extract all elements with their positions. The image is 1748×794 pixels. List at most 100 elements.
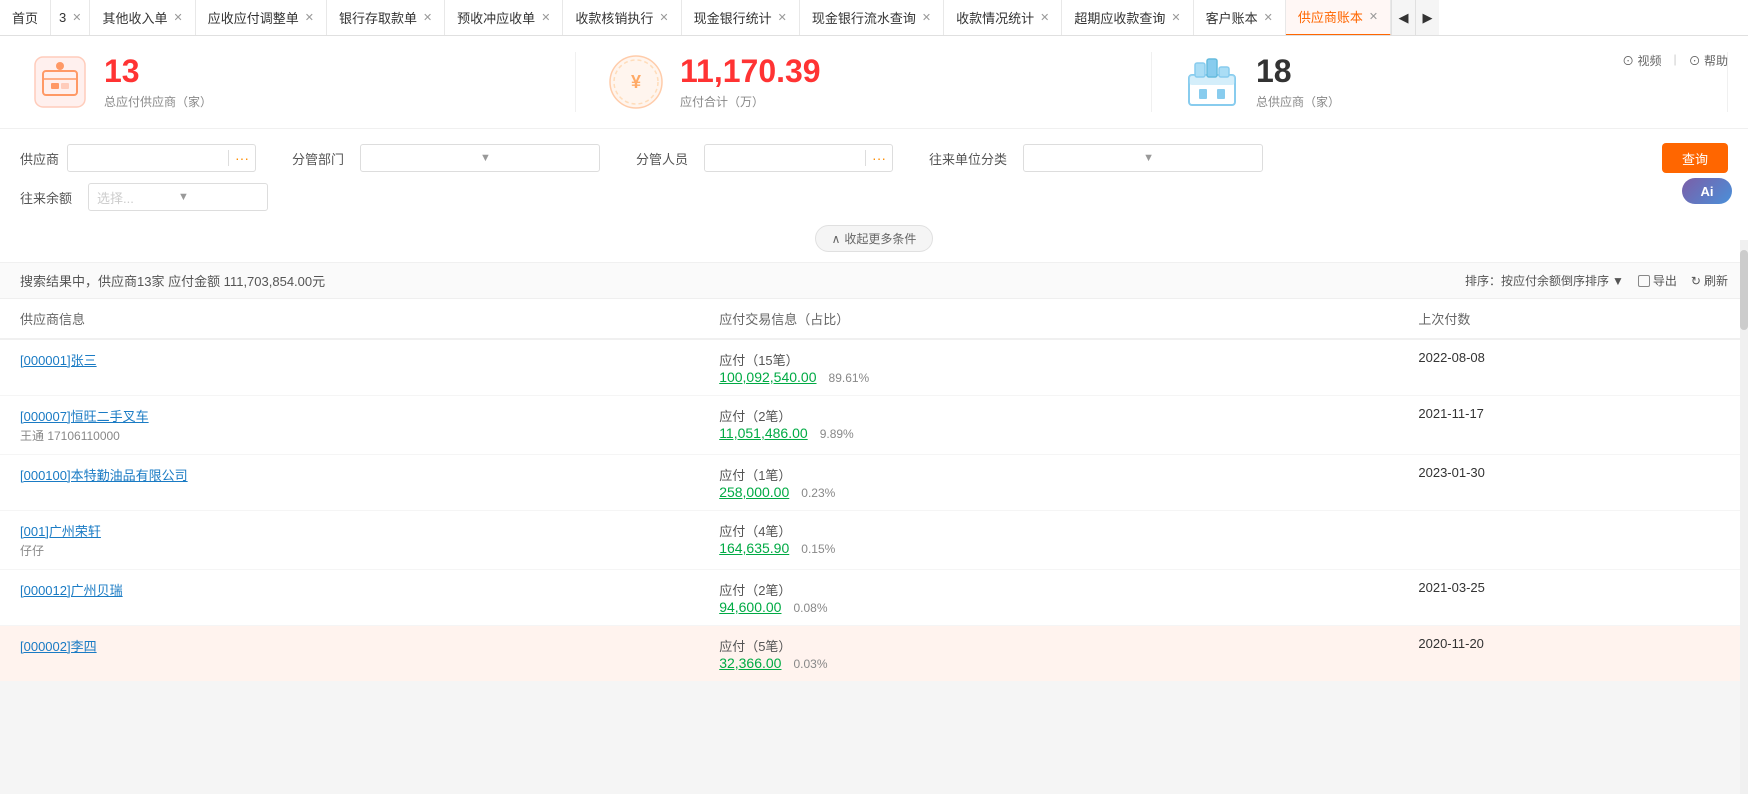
collapse-button[interactable]: ∧ 收起更多条件 [815, 225, 934, 252]
result-actions: 排序：按应付余额倒序排序 ▼ 导出 ↻ 刷新 [1465, 272, 1728, 289]
export-button[interactable]: 导出 [1638, 272, 1677, 289]
balance-field: 往来余额 选择... ▼ [20, 183, 268, 211]
ap-suppliers-number: 13 [104, 54, 212, 89]
table-row: [000012]广州贝瑞应付（2笔）94,600.000.08%2021-03-… [0, 570, 1748, 626]
close-pre-receive[interactable]: ✕ [541, 11, 550, 24]
close-ar-ap-adjust[interactable]: ✕ [305, 11, 314, 24]
person-dots-btn[interactable]: ··· [865, 150, 892, 166]
supplier-link[interactable]: [000007]恒旺二手叉车 [20, 409, 149, 424]
help-link[interactable]: ⊙ 帮助 [1689, 52, 1728, 69]
refresh-icon: ↻ [1691, 274, 1701, 288]
nav-tab-cash-bank-query[interactable]: 现金银行流水查询 ✕ [800, 0, 944, 36]
scrollbar-track[interactable] [1740, 240, 1748, 794]
supplier-link[interactable]: [000001]张三 [20, 353, 97, 368]
query-button[interactable]: 查询 [1662, 143, 1728, 173]
header-actions: ⊙ 视频 | ⊙ 帮助 [1622, 52, 1728, 69]
stat-info-ap-amount: 11,170.39 应付合计（万） [680, 54, 821, 110]
supplier-dots-btn[interactable]: ··· [228, 150, 255, 166]
nav-prev-arrow[interactable]: ◀ [1391, 0, 1415, 36]
person-input[interactable] [705, 147, 865, 170]
nav-tab-3[interactable]: 3 ✕ [51, 0, 90, 36]
close-bank-deposit[interactable]: ✕ [423, 11, 432, 24]
tx-amount[interactable]: 164,635.90 [719, 540, 789, 556]
close-other-income[interactable]: ✕ [173, 11, 182, 24]
person-label: 分管人员 [636, 149, 688, 168]
nav-tab-payment-verify-label: 收款核销执行 [575, 8, 653, 27]
tx-percent: 0.23% [801, 486, 835, 500]
scrollbar-thumb[interactable] [1740, 250, 1748, 330]
close-overdue-query[interactable]: ✕ [1171, 11, 1180, 24]
total-suppliers-icon [1182, 52, 1242, 112]
nav-tab-pre-receive-label: 预收冲应收单 [457, 8, 535, 27]
supplier-link[interactable]: [000012]广州贝瑞 [20, 583, 123, 598]
collapse-label: 收起更多条件 [844, 230, 916, 247]
sort-label[interactable]: 排序：按应付余额倒序排序 ▼ [1465, 272, 1624, 289]
ap-suppliers-icon [30, 52, 90, 112]
nav-tab-customer-ledger-label: 客户账本 [1206, 8, 1258, 27]
supplier-info-cell: [000007]恒旺二手叉车王通 17106110000 [0, 396, 699, 455]
nav-tab-collection-stat[interactable]: 收款情况统计 ✕ [944, 0, 1062, 36]
last-payment-cell: 2021-11-17 [1398, 396, 1748, 455]
ap-amount-icon: ¥ [606, 52, 666, 112]
nav-tab-collection-stat-label: 收款情况统计 [956, 8, 1034, 27]
close-supplier-ledger[interactable]: ✕ [1369, 10, 1378, 23]
stat-info-ap-suppliers: 13 总应付供应商（家） [104, 54, 212, 110]
supplier-input-wrapper: ··· [67, 144, 256, 172]
tx-amount[interactable]: 100,092,540.00 [719, 369, 816, 385]
tx-info-cell: 应付（2笔）94,600.000.08% [699, 570, 1398, 626]
supplier-link[interactable]: [000100]本特勤油品有限公司 [20, 468, 188, 483]
supplier-input[interactable] [68, 147, 228, 170]
tx-percent: 89.61% [829, 371, 870, 385]
supplier-link[interactable]: [001]广州荣轩 [20, 524, 101, 539]
nav-tab-cash-bank-stat[interactable]: 现金银行统计 ✕ [682, 0, 800, 36]
supplier-link[interactable]: [000002]李四 [20, 639, 97, 654]
sort-chevron-icon: ▼ [1612, 274, 1624, 288]
nav-tab-pre-receive[interactable]: 预收冲应收单 ✕ [445, 0, 563, 36]
supplier-sub-info: 王通 17106110000 [20, 427, 679, 444]
balance-select[interactable]: 选择... ▼ [88, 183, 268, 211]
tx-amount[interactable]: 32,366.00 [719, 655, 781, 671]
tx-info-cell: 应付（4笔）164,635.900.15% [699, 511, 1398, 570]
nav-tab-customer-ledger[interactable]: 客户账本 ✕ [1194, 0, 1286, 36]
stat-info-total-suppliers: 18 总供应商（家） [1256, 54, 1340, 110]
nav-next-arrow[interactable]: ▶ [1415, 0, 1439, 36]
tx-type-count: 应付（2笔） [719, 406, 1378, 425]
dept-select[interactable]: ▼ [360, 144, 600, 172]
tx-amount-line: 258,000.00 0.23% [719, 484, 1378, 500]
ai-label: Ai [1701, 184, 1714, 199]
top-navigation: 首页 3 ✕ 其他收入单 ✕ 应收应付调整单 ✕ 银行存取款单 ✕ 预收冲应收单… [0, 0, 1748, 36]
tx-amount[interactable]: 258,000.00 [719, 484, 789, 500]
nav-tab-overdue-query[interactable]: 超期应收款查询 ✕ [1062, 0, 1193, 36]
close-payment-verify[interactable]: ✕ [659, 11, 668, 24]
nav-tab-home[interactable]: 首页 [0, 0, 51, 36]
balance-select-value: 选择... [97, 188, 178, 207]
tx-amount[interactable]: 94,600.00 [719, 599, 781, 615]
close-collection-stat[interactable]: ✕ [1040, 11, 1049, 24]
tx-percent: 9.89% [820, 427, 854, 441]
nav-tab-ar-ap-adjust[interactable]: 应收应付调整单 ✕ [196, 0, 327, 36]
close-cash-bank-query[interactable]: ✕ [922, 11, 931, 24]
nav-tab-payment-verify[interactable]: 收款核销执行 ✕ [563, 0, 681, 36]
nav-tab-other-income[interactable]: 其他收入单 ✕ [90, 0, 195, 36]
svg-text:¥: ¥ [631, 72, 641, 92]
tx-amount[interactable]: 11,051,486.00 [719, 425, 808, 441]
category-select[interactable]: ▼ [1023, 144, 1263, 172]
close-customer-ledger[interactable]: ✕ [1264, 11, 1273, 24]
tx-type-count: 应付（2笔） [719, 580, 1378, 599]
refresh-button[interactable]: ↻ 刷新 [1691, 272, 1728, 289]
dept-field: 分管部门 ▼ [292, 144, 600, 172]
close-tab-3[interactable]: ✕ [72, 11, 81, 24]
close-cash-bank-stat[interactable]: ✕ [778, 11, 787, 24]
last-payment-cell: 2022-08-08 [1398, 339, 1748, 396]
result-bar: 搜索结果中，供应商13家 应付金额 111,703,854.00元 排序：按应付… [0, 263, 1748, 299]
tx-info-cell: 应付（2笔）11,051,486.00 9.89% [699, 396, 1398, 455]
tx-type-count: 应付（1笔） [719, 465, 1378, 484]
video-link[interactable]: ⊙ 视频 [1622, 52, 1661, 69]
ai-button[interactable]: Ai [1682, 178, 1732, 204]
nav-tab-bank-deposit[interactable]: 银行存取款单 ✕ [327, 0, 445, 36]
tx-amount-line: 100,092,540.00 89.61% [719, 369, 1378, 385]
nav-tab-supplier-ledger[interactable]: 供应商账本 ✕ [1286, 0, 1391, 36]
supplier-info-cell: [000001]张三 [0, 339, 699, 396]
last-payment-cell [1398, 511, 1748, 570]
video-icon: ⊙ [1622, 54, 1634, 68]
